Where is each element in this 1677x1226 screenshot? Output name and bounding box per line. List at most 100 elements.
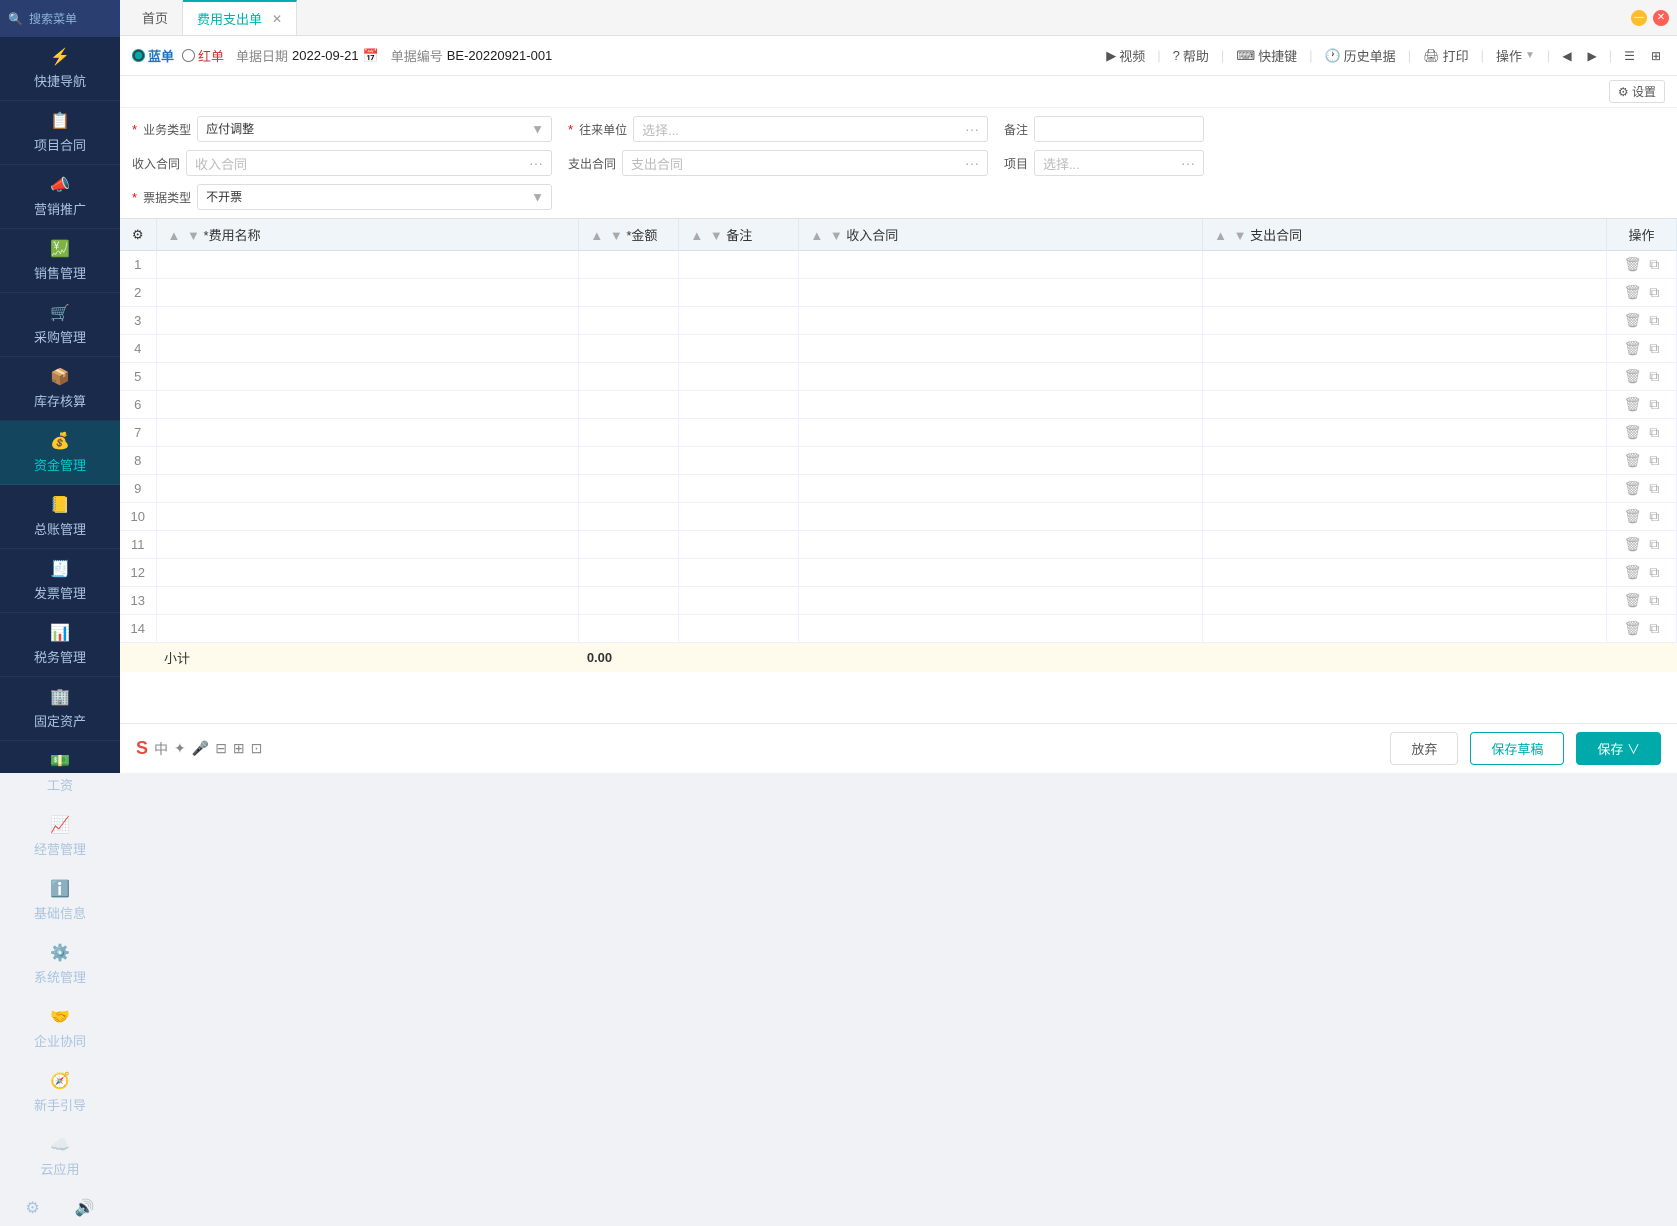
row-expense-contract-12[interactable] — [1203, 559, 1607, 587]
sidebar-search[interactable]: 🔍 搜索菜单 — [0, 0, 120, 37]
project-input[interactable]: 选择... ··· — [1034, 150, 1204, 176]
sidebar-item-guide[interactable]: 🧭 新手引导 — [0, 1061, 120, 1125]
row-expense-name-9[interactable] — [156, 475, 579, 503]
sidebar-item-tax[interactable]: 📊 税务管理 — [0, 613, 120, 677]
row-delete-7[interactable]: 🗑 — [1624, 424, 1642, 440]
nav-next-btn[interactable]: ▶ — [1584, 47, 1601, 65]
sidebar-item-operations[interactable]: 📈 经营管理 — [0, 805, 120, 869]
row-income-contract-11[interactable] — [799, 531, 1203, 559]
row-copy-13[interactable]: ⧉ — [1649, 592, 1659, 608]
row-note-12[interactable] — [679, 559, 799, 587]
row-delete-8[interactable]: 🗑 — [1624, 452, 1642, 468]
sidebar-item-capital[interactable]: 💰 资金管理 — [0, 421, 120, 485]
ec-sort-down[interactable]: ▼ — [1234, 228, 1247, 243]
row-note-11[interactable] — [679, 531, 799, 559]
row-note-9[interactable] — [679, 475, 799, 503]
income-contract-dots[interactable]: ··· — [529, 155, 543, 171]
sidebar-item-invoice[interactable]: 🧾 发票管理 — [0, 549, 120, 613]
more-btn[interactable]: 操作 ▼ — [1492, 44, 1539, 67]
sidebar-item-payroll[interactable]: 💵 工资 — [0, 741, 120, 805]
row-amount-12[interactable] — [579, 559, 679, 587]
row-delete-6[interactable]: 🗑 — [1624, 396, 1642, 412]
red-bill-radio[interactable]: 红单 — [182, 46, 224, 65]
row-expense-contract-8[interactable] — [1203, 447, 1607, 475]
calendar-icon[interactable]: 📅 — [363, 48, 379, 64]
row-expense-contract-2[interactable] — [1203, 279, 1607, 307]
row-expense-contract-11[interactable] — [1203, 531, 1607, 559]
row-amount-5[interactable] — [579, 363, 679, 391]
row-delete-2[interactable]: 🗑 — [1624, 284, 1642, 300]
note-input[interactable] — [1034, 116, 1204, 142]
row-amount-4[interactable] — [579, 335, 679, 363]
row-expense-name-6[interactable] — [156, 391, 579, 419]
row-copy-4[interactable]: ⧉ — [1649, 340, 1659, 356]
row-expense-contract-3[interactable] — [1203, 307, 1607, 335]
row-note-13[interactable] — [679, 587, 799, 615]
sort-up-icon[interactable]: ▲ — [168, 228, 181, 243]
row-copy-5[interactable]: ⧉ — [1649, 368, 1659, 384]
row-note-6[interactable] — [679, 391, 799, 419]
row-amount-14[interactable] — [579, 615, 679, 643]
row-income-contract-14[interactable] — [799, 615, 1203, 643]
discard-button[interactable]: 放弃 — [1390, 732, 1458, 765]
income-contract-input[interactable]: 收入合同 ··· — [186, 150, 552, 176]
row-expense-name-10[interactable] — [156, 503, 579, 531]
ic-sort-down[interactable]: ▼ — [830, 228, 843, 243]
sidebar-item-purchase[interactable]: 🛒 采购管理 — [0, 293, 120, 357]
row-expense-contract-6[interactable] — [1203, 391, 1607, 419]
ec-sort-up[interactable]: ▲ — [1214, 228, 1227, 243]
nav-prev-btn[interactable]: ◀ — [1558, 47, 1575, 65]
video-btn[interactable]: ▶ 视频 — [1102, 44, 1149, 67]
row-delete-10[interactable]: 🗑 — [1624, 508, 1642, 524]
sort-down-icon[interactable]: ▼ — [187, 228, 200, 243]
sidebar-item-marketing[interactable]: 📣 营销推广 — [0, 165, 120, 229]
blue-bill-radio[interactable]: 蓝单 — [132, 46, 174, 65]
row-copy-7[interactable]: ⧉ — [1649, 424, 1659, 440]
row-delete-9[interactable]: 🗑 — [1624, 480, 1642, 496]
history-btn[interactable]: 🕐 历史单据 — [1320, 44, 1399, 67]
row-expense-name-7[interactable] — [156, 419, 579, 447]
row-amount-7[interactable] — [579, 419, 679, 447]
row-note-2[interactable] — [679, 279, 799, 307]
row-copy-12[interactable]: ⧉ — [1649, 564, 1659, 580]
project-dots[interactable]: ··· — [1181, 155, 1195, 171]
row-expense-name-4[interactable] — [156, 335, 579, 363]
expense-contract-dots[interactable]: ··· — [965, 155, 979, 171]
row-amount-10[interactable] — [579, 503, 679, 531]
row-amount-9[interactable] — [579, 475, 679, 503]
tab-expense[interactable]: 费用支出单 ✕ — [183, 0, 297, 35]
row-note-7[interactable] — [679, 419, 799, 447]
row-income-contract-3[interactable] — [799, 307, 1203, 335]
row-delete-14[interactable]: 🗑 — [1624, 620, 1642, 636]
row-expense-name-14[interactable] — [156, 615, 579, 643]
row-expense-contract-13[interactable] — [1203, 587, 1607, 615]
row-income-contract-7[interactable] — [799, 419, 1203, 447]
sidebar-item-basic-info[interactable]: ℹ️ 基础信息 — [0, 869, 120, 933]
row-copy-3[interactable]: ⧉ — [1649, 312, 1659, 328]
row-income-contract-6[interactable] — [799, 391, 1203, 419]
list-view-btn[interactable]: ☰ — [1620, 47, 1639, 65]
row-copy-1[interactable]: ⧉ — [1649, 256, 1659, 272]
row-copy-2[interactable]: ⧉ — [1649, 284, 1659, 300]
help-btn[interactable]: ? 帮助 — [1169, 44, 1213, 67]
amount-sort-down[interactable]: ▼ — [610, 228, 623, 243]
grid-view-btn[interactable]: ⊞ — [1647, 47, 1665, 65]
tab-expense-close[interactable]: ✕ — [272, 12, 282, 26]
row-income-contract-10[interactable] — [799, 503, 1203, 531]
save-draft-button[interactable]: 保存草稿 — [1470, 732, 1564, 765]
row-note-3[interactable] — [679, 307, 799, 335]
row-income-contract-1[interactable] — [799, 251, 1203, 279]
row-note-8[interactable] — [679, 447, 799, 475]
row-amount-8[interactable] — [579, 447, 679, 475]
row-expense-contract-5[interactable] — [1203, 363, 1607, 391]
save-button[interactable]: 保存 ∨ — [1576, 732, 1661, 765]
sidebar-item-project-contract[interactable]: 📋 项目合同 — [0, 101, 120, 165]
row-note-1[interactable] — [679, 251, 799, 279]
row-copy-14[interactable]: ⧉ — [1649, 620, 1659, 636]
window-close-btn[interactable]: ✕ — [1653, 10, 1669, 26]
sidebar-item-sales[interactable]: 💹 销售管理 — [0, 229, 120, 293]
row-expense-name-2[interactable] — [156, 279, 579, 307]
row-expense-name-11[interactable] — [156, 531, 579, 559]
tab-home[interactable]: 首页 — [128, 0, 183, 35]
row-expense-name-5[interactable] — [156, 363, 579, 391]
